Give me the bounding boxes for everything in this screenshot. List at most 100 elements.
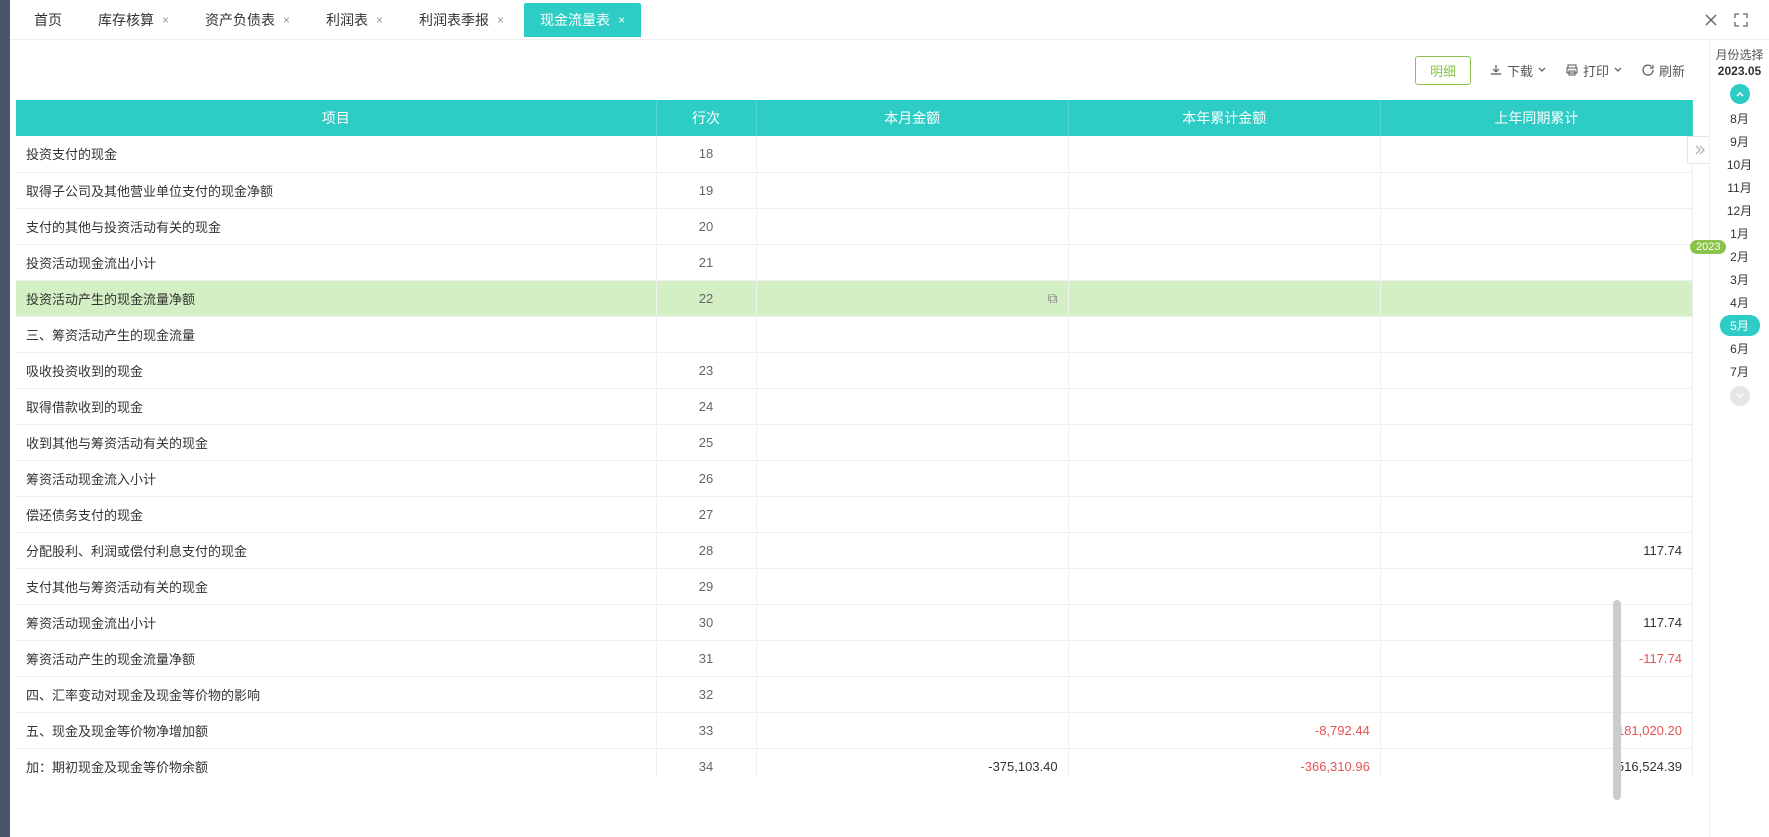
detail-button[interactable]: 明细	[1415, 56, 1471, 85]
cell-year-amount[interactable]	[1068, 604, 1380, 640]
sidebar-collapse-handle[interactable]	[1687, 136, 1709, 164]
month-option[interactable]: 9月	[1720, 131, 1760, 152]
tab-close-icon[interactable]: ×	[162, 13, 169, 27]
table-row[interactable]: 加：期初现金及现金等价物余额34-375,103.40-366,310.9651…	[16, 748, 1693, 776]
cell-year-amount[interactable]	[1068, 280, 1380, 316]
cell-prev-year[interactable]	[1380, 316, 1692, 352]
month-option[interactable]: 10月	[1720, 154, 1760, 175]
cell-prev-year[interactable]	[1380, 424, 1692, 460]
cell-year-amount[interactable]	[1068, 496, 1380, 532]
cell-month-amount[interactable]	[756, 712, 1068, 748]
table-row[interactable]: 支付其他与筹资活动有关的现金29	[16, 568, 1693, 604]
tab-close-icon[interactable]: ×	[376, 13, 383, 27]
cell-prev-year[interactable]	[1380, 280, 1692, 316]
cell-month-amount[interactable]	[756, 532, 1068, 568]
cell-month-amount[interactable]	[756, 388, 1068, 424]
tab-4[interactable]: 利润表季报×	[403, 3, 520, 37]
table-row[interactable]: 四、汇率变动对现金及现金等价物的影响32	[16, 676, 1693, 712]
cell-prev-year[interactable]	[1380, 388, 1692, 424]
cell-prev-year[interactable]: 516,524.39	[1380, 748, 1692, 776]
cell-year-amount[interactable]: -8,792.44	[1068, 712, 1380, 748]
table-row[interactable]: 投资支付的现金18	[16, 136, 1693, 172]
cell-year-amount[interactable]	[1068, 676, 1380, 712]
cell-month-amount[interactable]	[756, 136, 1068, 172]
table-row[interactable]: 五、现金及现金等价物净增加额33-8,792.44-181,020.20	[16, 712, 1693, 748]
cell-month-amount[interactable]	[756, 640, 1068, 676]
cell-year-amount[interactable]	[1068, 424, 1380, 460]
cell-prev-year[interactable]	[1380, 460, 1692, 496]
cell-year-amount[interactable]	[1068, 172, 1380, 208]
month-option[interactable]: 6月	[1720, 338, 1760, 359]
month-option[interactable]: 12月	[1720, 200, 1760, 221]
tab-5[interactable]: 现金流量表×	[524, 3, 641, 37]
cell-month-amount[interactable]: ⧉	[756, 280, 1068, 316]
table-row[interactable]: 分配股利、利润或偿付利息支付的现金28117.74	[16, 532, 1693, 568]
tab-3[interactable]: 利润表×	[310, 3, 399, 37]
tab-close-icon[interactable]: ×	[497, 13, 504, 27]
close-all-tabs-button[interactable]	[1703, 12, 1719, 28]
cell-month-amount[interactable]	[756, 460, 1068, 496]
month-option[interactable]: 11月	[1720, 177, 1760, 198]
cell-year-amount[interactable]	[1068, 568, 1380, 604]
cell-prev-year[interactable]	[1380, 568, 1692, 604]
cell-prev-year[interactable]: -117.74	[1380, 640, 1692, 676]
month-option[interactable]: 8月	[1720, 108, 1760, 129]
cell-year-amount[interactable]	[1068, 640, 1380, 676]
tab-2[interactable]: 资产负债表×	[189, 3, 306, 37]
tab-1[interactable]: 库存核算×	[82, 3, 185, 37]
tab-close-icon[interactable]: ×	[618, 13, 625, 27]
cell-prev-year[interactable]	[1380, 208, 1692, 244]
table-row[interactable]: 筹资活动现金流出小计30117.74	[16, 604, 1693, 640]
cell-prev-year[interactable]: 117.74	[1380, 604, 1692, 640]
cell-month-amount[interactable]	[756, 676, 1068, 712]
cell-prev-year[interactable]	[1380, 496, 1692, 532]
cell-year-amount[interactable]	[1068, 460, 1380, 496]
cell-prev-year[interactable]	[1380, 352, 1692, 388]
cell-month-amount[interactable]: -375,103.40	[756, 748, 1068, 776]
table-row[interactable]: 取得借款收到的现金24	[16, 388, 1693, 424]
print-button[interactable]: 打印	[1565, 61, 1623, 80]
table-row[interactable]: 筹资活动产生的现金流量净额31-117.74	[16, 640, 1693, 676]
cell-prev-year[interactable]: 117.74	[1380, 532, 1692, 568]
cell-month-amount[interactable]	[756, 496, 1068, 532]
cell-year-amount[interactable]	[1068, 136, 1380, 172]
cell-year-amount[interactable]	[1068, 316, 1380, 352]
cell-prev-year[interactable]	[1380, 136, 1692, 172]
cell-month-amount[interactable]	[756, 604, 1068, 640]
table-row[interactable]: 收到其他与筹资活动有关的现金25	[16, 424, 1693, 460]
fullscreen-button[interactable]	[1733, 12, 1749, 28]
table-row[interactable]: 投资活动现金流出小计21	[16, 244, 1693, 280]
cell-month-amount[interactable]	[756, 568, 1068, 604]
tab-0[interactable]: 首页	[18, 3, 78, 37]
month-option[interactable]: 5月	[1720, 315, 1760, 336]
cell-month-amount[interactable]	[756, 316, 1068, 352]
cell-month-amount[interactable]	[756, 352, 1068, 388]
cell-year-amount[interactable]	[1068, 388, 1380, 424]
cell-prev-year[interactable]	[1380, 676, 1692, 712]
cell-prev-year[interactable]: -181,020.20	[1380, 712, 1692, 748]
refresh-button[interactable]: 刷新	[1641, 61, 1685, 80]
month-next-button[interactable]	[1730, 386, 1750, 406]
month-option[interactable]: 1月	[1720, 223, 1760, 244]
cell-year-amount[interactable]	[1068, 208, 1380, 244]
month-prev-button[interactable]	[1730, 84, 1750, 104]
table-row[interactable]: 偿还债务支付的现金27	[16, 496, 1693, 532]
cell-month-amount[interactable]	[756, 172, 1068, 208]
table-row[interactable]: 筹资活动现金流入小计26	[16, 460, 1693, 496]
cell-month-amount[interactable]	[756, 244, 1068, 280]
month-option[interactable]: 3月	[1720, 269, 1760, 290]
tab-close-icon[interactable]: ×	[283, 13, 290, 27]
month-option[interactable]: 7月	[1720, 361, 1760, 382]
table-row[interactable]: 支付的其他与投资活动有关的现金20	[16, 208, 1693, 244]
download-button[interactable]: 下载	[1489, 61, 1547, 80]
cell-prev-year[interactable]	[1380, 172, 1692, 208]
cell-month-amount[interactable]	[756, 208, 1068, 244]
cell-prev-year[interactable]	[1380, 244, 1692, 280]
cell-month-amount[interactable]	[756, 424, 1068, 460]
table-row[interactable]: 吸收投资收到的现金23	[16, 352, 1693, 388]
month-option[interactable]: 4月	[1720, 292, 1760, 313]
cell-year-amount[interactable]	[1068, 532, 1380, 568]
cell-year-amount[interactable]	[1068, 352, 1380, 388]
table-row[interactable]: 投资活动产生的现金流量净额22⧉	[16, 280, 1693, 316]
cell-year-amount[interactable]	[1068, 244, 1380, 280]
